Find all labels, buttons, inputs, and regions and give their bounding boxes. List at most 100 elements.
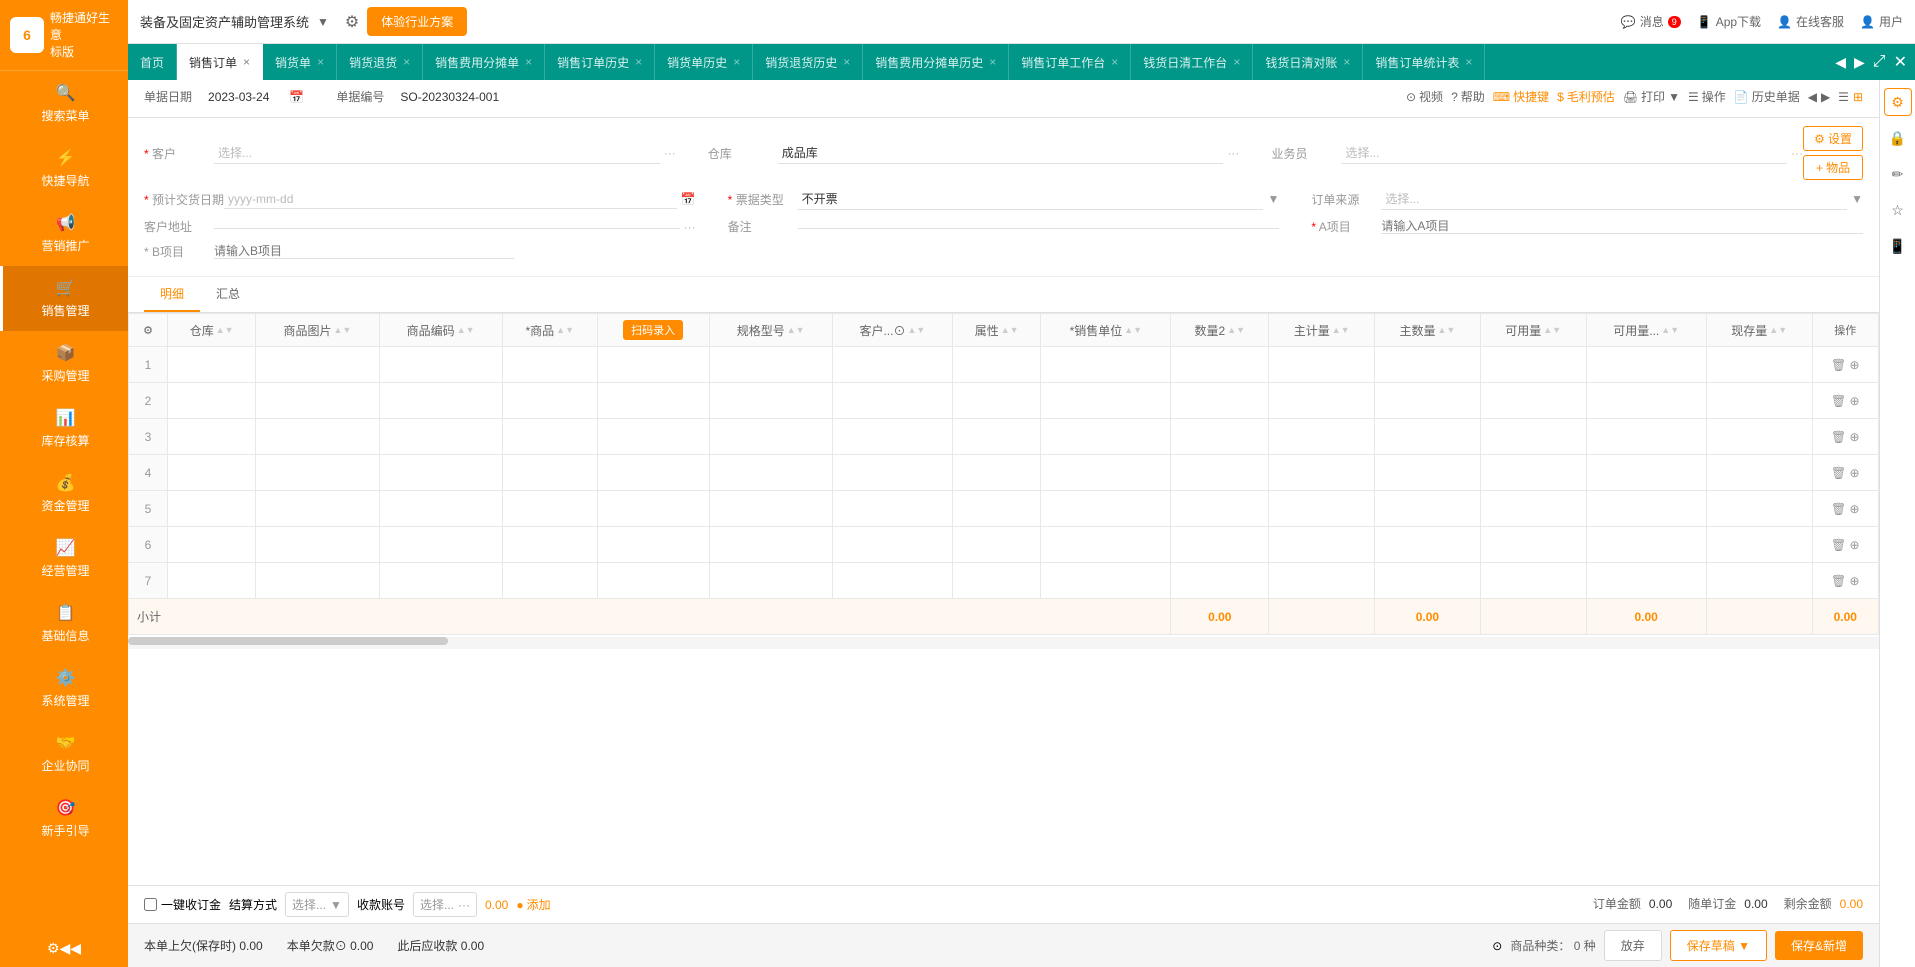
- row-mainunit-7[interactable]: [1269, 563, 1375, 599]
- row-qty2-2[interactable]: [1171, 383, 1269, 419]
- row-stock-6[interactable]: [1706, 527, 1812, 563]
- row-unit-3[interactable]: [1041, 419, 1171, 455]
- row-attr-4[interactable]: [953, 455, 1041, 491]
- row-avail-1[interactable]: [1480, 347, 1586, 383]
- tab-daily-clear[interactable]: 钱货日清工作台 ×: [1131, 44, 1253, 80]
- save-draft-dropdown-icon[interactable]: ▼: [1738, 939, 1750, 953]
- col-qty2[interactable]: 数量2▲▼: [1171, 314, 1269, 347]
- invoice-value[interactable]: 不开票: [798, 188, 1264, 210]
- row-custcode-2[interactable]: [832, 383, 952, 419]
- row-warehouse-3[interactable]: [168, 419, 256, 455]
- row-goods-3[interactable]: [502, 419, 597, 455]
- tab-order-workbench[interactable]: 销售订单工作台 ×: [1009, 44, 1131, 80]
- sidebar-item-basic-info[interactable]: 📋 基础信息: [0, 591, 128, 656]
- row-avail-4[interactable]: [1480, 455, 1586, 491]
- save-new-button[interactable]: 保存&新增: [1775, 931, 1863, 960]
- copy-icon-5[interactable]: ⊕: [1850, 502, 1860, 516]
- row-stock-7[interactable]: [1706, 563, 1812, 599]
- a-project-input[interactable]: [1381, 219, 1863, 234]
- date-value[interactable]: 2023-03-24: [208, 90, 269, 104]
- row-avail-6[interactable]: [1480, 527, 1586, 563]
- delete-icon-5[interactable]: 🗑: [1831, 502, 1846, 516]
- row-image-4[interactable]: [256, 455, 379, 491]
- row-avail2-6[interactable]: [1586, 527, 1706, 563]
- sidebar-item-guide[interactable]: 🎯 新手引导: [0, 786, 128, 851]
- col-stock[interactable]: 现存量▲▼: [1706, 314, 1812, 347]
- tabbar-close-all-icon[interactable]: ✕: [1890, 52, 1911, 72]
- row-mainunit-6[interactable]: [1269, 527, 1375, 563]
- sidebar-item-management[interactable]: 📈 经营管理: [0, 526, 128, 591]
- invoice-dropdown-icon[interactable]: ▼: [1267, 192, 1279, 206]
- operations-btn[interactable]: ☰ 操作: [1688, 88, 1726, 105]
- plan-button[interactable]: 体验行业方案: [367, 7, 467, 36]
- row-custcode-6[interactable]: [832, 527, 952, 563]
- row-avail2-3[interactable]: [1586, 419, 1706, 455]
- right-panel-edit-icon[interactable]: ✏: [1884, 160, 1912, 188]
- help-btn[interactable]: ? 帮助: [1451, 88, 1485, 105]
- topbar-settings-icon[interactable]: ⚙: [345, 12, 359, 32]
- delete-icon-3[interactable]: 🗑: [1831, 430, 1846, 444]
- col-main-unit[interactable]: 主计量▲▼: [1269, 314, 1375, 347]
- horizontal-scrollbar[interactable]: [128, 637, 1879, 649]
- view-btn[interactable]: ⊙ 视频: [1406, 88, 1443, 105]
- row-code-1[interactable]: [379, 347, 502, 383]
- salesperson-input[interactable]: 选择...: [1341, 142, 1787, 164]
- row-image-7[interactable]: [256, 563, 379, 599]
- sidebar-item-purchase[interactable]: 📦 采购管理: [0, 331, 128, 396]
- right-panel-lock-icon[interactable]: 🔒: [1884, 124, 1912, 152]
- row-qty2-1[interactable]: [1171, 347, 1269, 383]
- row-goods-7[interactable]: [502, 563, 597, 599]
- col-attribute[interactable]: 属性▲▼: [953, 314, 1041, 347]
- system-dropdown[interactable]: ▼: [317, 15, 329, 29]
- col-settings[interactable]: ⚙: [129, 314, 168, 347]
- row-attr-2[interactable]: [953, 383, 1041, 419]
- delivery-calendar-icon[interactable]: 📅: [681, 192, 696, 206]
- settings-button[interactable]: ⚙ 设置: [1803, 126, 1863, 151]
- payment-select[interactable]: 选择... ▼: [285, 892, 349, 917]
- row-code-6[interactable]: [379, 527, 502, 563]
- row-qty2-7[interactable]: [1171, 563, 1269, 599]
- row-code-7[interactable]: [379, 563, 502, 599]
- row-image-2[interactable]: [256, 383, 379, 419]
- row-spec-4[interactable]: [709, 455, 832, 491]
- row-mainqty-3[interactable]: [1375, 419, 1481, 455]
- tab-close-reconcile[interactable]: ×: [1343, 55, 1350, 69]
- message-button[interactable]: 💬 消息 9: [1621, 13, 1681, 30]
- row-mainunit-3[interactable]: [1269, 419, 1375, 455]
- tabbar-prev-arrow[interactable]: ◀: [1831, 54, 1850, 71]
- order-source-input[interactable]: 选择...: [1381, 188, 1847, 210]
- row-stock-5[interactable]: [1706, 491, 1812, 527]
- row-qty2-3[interactable]: [1171, 419, 1269, 455]
- sidebar-collapse-icon[interactable]: ◀◀: [60, 940, 82, 957]
- copy-icon-7[interactable]: ⊕: [1850, 574, 1860, 588]
- tab-close-daily[interactable]: ×: [1233, 55, 1240, 69]
- online-service-button[interactable]: 👤 在线客服: [1777, 13, 1844, 30]
- row-stock-4[interactable]: [1706, 455, 1812, 491]
- col-goods[interactable]: *商品▲▼: [502, 314, 597, 347]
- tab-close-return[interactable]: ×: [403, 55, 410, 69]
- account-select[interactable]: 选择... ···: [413, 892, 477, 917]
- row-attr-6[interactable]: [953, 527, 1041, 563]
- user-menu[interactable]: 👤 用户: [1860, 13, 1903, 30]
- tab-close-history[interactable]: ×: [635, 55, 642, 69]
- tab-detail[interactable]: 明细: [144, 277, 200, 312]
- row-code-3[interactable]: [379, 419, 502, 455]
- row-goods-5[interactable]: [502, 491, 597, 527]
- row-avail2-4[interactable]: [1586, 455, 1706, 491]
- col-customer-code[interactable]: 客户...⊙▲▼: [832, 314, 952, 347]
- one-click-checkbox[interactable]: [144, 898, 157, 911]
- col-spec[interactable]: 规格型号▲▼: [709, 314, 832, 347]
- sidebar-item-system[interactable]: ⚙️ 系统管理: [0, 656, 128, 721]
- row-qty2-6[interactable]: [1171, 527, 1269, 563]
- row-stock-1[interactable]: [1706, 347, 1812, 383]
- row-mainunit-2[interactable]: [1269, 383, 1375, 419]
- delete-icon-4[interactable]: 🗑: [1831, 466, 1846, 480]
- row-stock-2[interactable]: [1706, 383, 1812, 419]
- profit-btn[interactable]: $ 毛利预估: [1557, 88, 1615, 105]
- copy-icon-6[interactable]: ⊕: [1850, 538, 1860, 552]
- discard-button[interactable]: 放弃: [1604, 930, 1662, 961]
- tabbar-next-arrow[interactable]: ▶: [1850, 54, 1869, 71]
- save-draft-button[interactable]: 保存草稿 ▼: [1670, 930, 1767, 961]
- row-mainqty-1[interactable]: [1375, 347, 1481, 383]
- row-image-6[interactable]: [256, 527, 379, 563]
